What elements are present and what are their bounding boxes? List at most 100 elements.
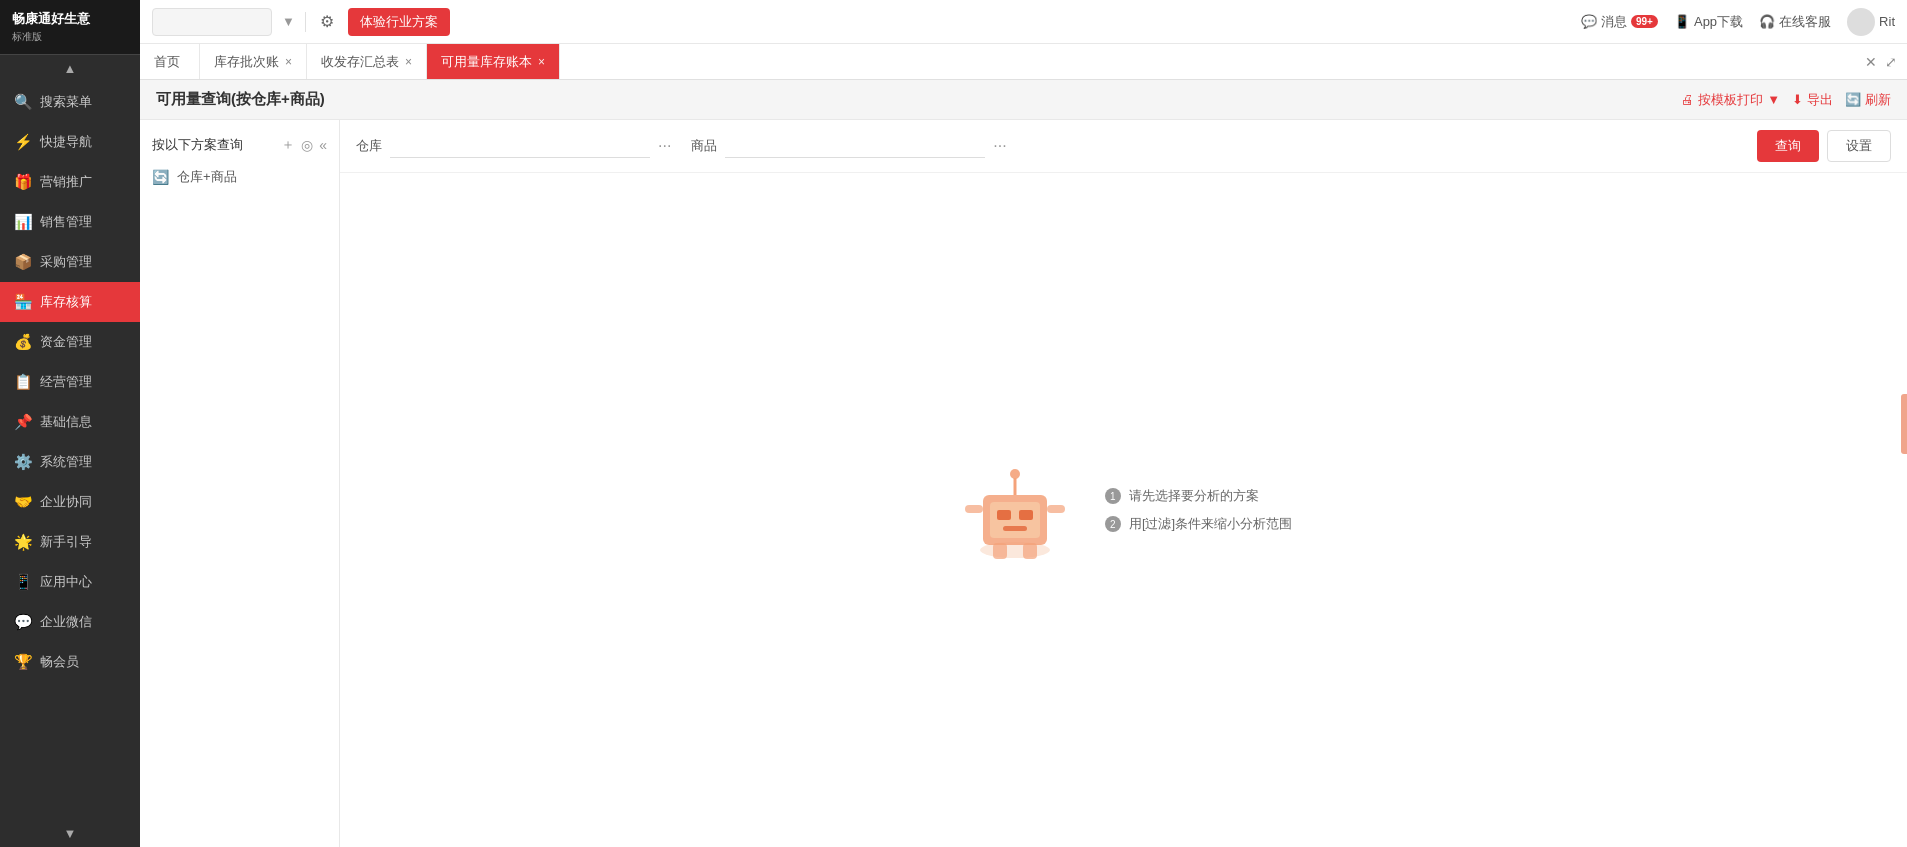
- sidebar-scroll-up[interactable]: ▲: [0, 55, 140, 82]
- tabbar-actions: ✕ ⤢: [1855, 44, 1907, 79]
- tabbar: 首页 库存批次账 × 收发存汇总表 × 可用量库存账本 × ✕ ⤢: [140, 44, 1907, 80]
- tip-text-1: 请先选择要分析的方案: [1129, 487, 1259, 505]
- sidebar-item-basic[interactable]: 📌 基础信息: [0, 402, 140, 442]
- avatar: [1847, 8, 1875, 36]
- page-header: 可用量查询(按仓库+商品) 🖨 按模板打印 ▼ ⬇ 导出 🔄 刷新: [140, 80, 1907, 120]
- empty-tip-2: 2 用[过滤]条件来缩小分析范围: [1105, 515, 1292, 533]
- app-download-item[interactable]: 📱 App下载: [1674, 13, 1743, 31]
- product-input[interactable]: [725, 134, 985, 158]
- sidebar-item-label-newuser: 新手引导: [40, 533, 92, 551]
- tab-available-close[interactable]: ×: [538, 55, 545, 69]
- filter-header-actions: ＋ ◎ «: [281, 136, 327, 154]
- sidebar-item-marketing[interactable]: 🎁 营销推广: [0, 162, 140, 202]
- sidebar-item-appcenter[interactable]: 📱 应用中心: [0, 562, 140, 602]
- svg-rect-10: [993, 543, 1007, 559]
- warehouse-field: 仓库 ···: [356, 134, 671, 158]
- sidebar-item-wechat[interactable]: 💬 企业微信: [0, 602, 140, 642]
- experience-btn[interactable]: 体验行业方案: [348, 8, 450, 36]
- sidebar-item-sales[interactable]: 📊 销售管理: [0, 202, 140, 242]
- content-area: 按以下方案查询 ＋ ◎ « 🔄 仓库+商品 仓库 ···: [140, 120, 1907, 847]
- topbar-right: 💬 消息 99+ 📱 App下载 🎧 在线客服 Rit: [1581, 8, 1895, 36]
- topbar-dropdown-icon[interactable]: ▼: [282, 14, 295, 29]
- empty-tips: 1 请先选择要分析的方案 2 用[过滤]条件来缩小分析范围: [1105, 487, 1292, 533]
- expand-tab-icon[interactable]: ⤢: [1885, 54, 1897, 70]
- tab-home[interactable]: 首页: [140, 44, 200, 79]
- search-input-text: [161, 13, 209, 30]
- print-action[interactable]: 🖨 按模板打印 ▼: [1681, 91, 1780, 109]
- export-action[interactable]: ⬇ 导出: [1792, 91, 1833, 109]
- print-dropdown-icon[interactable]: ▼: [1767, 92, 1780, 107]
- sidebar-item-member[interactable]: 🏆 畅会员: [0, 642, 140, 682]
- tab-available[interactable]: 可用量库存账本 ×: [427, 44, 560, 79]
- support-label: 在线客服: [1779, 13, 1831, 31]
- tab-summary-close[interactable]: ×: [405, 55, 412, 69]
- mobile-icon: 📱: [14, 573, 32, 591]
- user-item[interactable]: Rit: [1847, 8, 1895, 36]
- query-fields: 仓库 ··· 商品 ··· 查询 设置: [340, 120, 1907, 173]
- tab-summary-label: 收发存汇总表: [321, 53, 399, 71]
- box-icon: 📦: [14, 253, 32, 271]
- close-tab-icon[interactable]: ✕: [1865, 54, 1877, 70]
- sidebar-menu: 🔍 搜索菜单 ⚡ 快捷导航 🎁 营销推广 📊 销售管理 📦 采购管理 🏪 库存核…: [0, 82, 140, 820]
- tab-available-label: 可用量库存账本: [441, 53, 532, 71]
- sidebar-item-label-wechat: 企业微信: [40, 613, 92, 631]
- warehouse-input[interactable]: [390, 134, 650, 158]
- sidebar-item-label-search: 搜索菜单: [40, 93, 92, 111]
- sidebar-item-label-inventory: 库存核算: [40, 293, 92, 311]
- refresh-action[interactable]: 🔄 刷新: [1845, 91, 1891, 109]
- main-area: ▼ ⚙ 体验行业方案 💬 消息 99+ 📱 App下载 🎧 在线客服 Rit: [140, 0, 1907, 847]
- sidebar-item-operations[interactable]: 📋 经营管理: [0, 362, 140, 402]
- sidebar-item-label-operations: 经营管理: [40, 373, 92, 391]
- chat-icon: 💬: [14, 613, 32, 631]
- settings-button[interactable]: 设置: [1827, 130, 1891, 162]
- svg-rect-3: [997, 510, 1011, 520]
- filter-panel: 按以下方案查询 ＋ ◎ « 🔄 仓库+商品: [140, 120, 340, 847]
- sidebar-item-system[interactable]: ⚙️ 系统管理: [0, 442, 140, 482]
- product-label: 商品: [691, 137, 717, 155]
- sidebar-item-finance[interactable]: 💰 资金管理: [0, 322, 140, 362]
- product-more-icon[interactable]: ···: [993, 137, 1006, 155]
- topbar-divider: [305, 12, 306, 32]
- search-icon: 🔍: [14, 93, 32, 111]
- sidebar-item-purchase[interactable]: 📦 采购管理: [0, 242, 140, 282]
- tip-num-1: 1: [1105, 488, 1121, 504]
- sidebar-item-label-purchase: 采购管理: [40, 253, 92, 271]
- svg-rect-5: [1003, 526, 1027, 531]
- svg-rect-11: [1023, 543, 1037, 559]
- filter-add-icon[interactable]: ＋: [281, 136, 295, 154]
- lightning-icon: ⚡: [14, 133, 32, 151]
- filter-header: 按以下方案查询 ＋ ◎ «: [140, 130, 339, 160]
- query-button[interactable]: 查询: [1757, 130, 1819, 162]
- refresh-icon: 🔄: [1845, 92, 1861, 107]
- brand-name: 畅康通好生意: [12, 10, 128, 28]
- sidebar-item-label-marketing: 营销推广: [40, 173, 92, 191]
- app-icon: 📱: [1674, 14, 1690, 29]
- brand-sub: 标准版: [12, 30, 128, 44]
- sidebar-item-label-member: 畅会员: [40, 653, 79, 671]
- user-name: Rit: [1879, 14, 1895, 29]
- handshake-icon: 🤝: [14, 493, 32, 511]
- sidebar-item-shortcut[interactable]: ⚡ 快捷导航: [0, 122, 140, 162]
- message-item[interactable]: 💬 消息 99+: [1581, 13, 1658, 31]
- support-item[interactable]: 🎧 在线客服: [1759, 13, 1831, 31]
- tab-batch-close[interactable]: ×: [285, 55, 292, 69]
- sidebar-item-newuser[interactable]: 🌟 新手引导: [0, 522, 140, 562]
- sidebar-scroll-down[interactable]: ▼: [0, 820, 140, 847]
- sidebar-header: 畅康通好生意 标准版: [0, 0, 140, 55]
- sidebar-item-label-system: 系统管理: [40, 453, 92, 471]
- tip-num-2: 2: [1105, 516, 1121, 532]
- settings-icon[interactable]: ⚙: [316, 8, 338, 35]
- tab-batch[interactable]: 库存批次账 ×: [200, 44, 307, 79]
- filter-item-warehouse-product[interactable]: 🔄 仓库+商品: [140, 160, 339, 194]
- tip-text-2: 用[过滤]条件来缩小分析范围: [1129, 515, 1292, 533]
- sidebar-item-enterprise[interactable]: 🤝 企业协同: [0, 482, 140, 522]
- tab-summary[interactable]: 收发存汇总表 ×: [307, 44, 427, 79]
- sidebar-item-label-sales: 销售管理: [40, 213, 92, 231]
- filter-collapse-icon[interactable]: «: [319, 137, 327, 153]
- sidebar-item-inventory[interactable]: 🏪 库存核算: [0, 282, 140, 322]
- sidebar-item-search[interactable]: 🔍 搜索菜单: [0, 82, 140, 122]
- empty-tip-1: 1 请先选择要分析的方案: [1105, 487, 1292, 505]
- message-icon: 💬: [1581, 14, 1597, 29]
- filter-settings-icon[interactable]: ◎: [301, 137, 313, 153]
- warehouse-more-icon[interactable]: ···: [658, 137, 671, 155]
